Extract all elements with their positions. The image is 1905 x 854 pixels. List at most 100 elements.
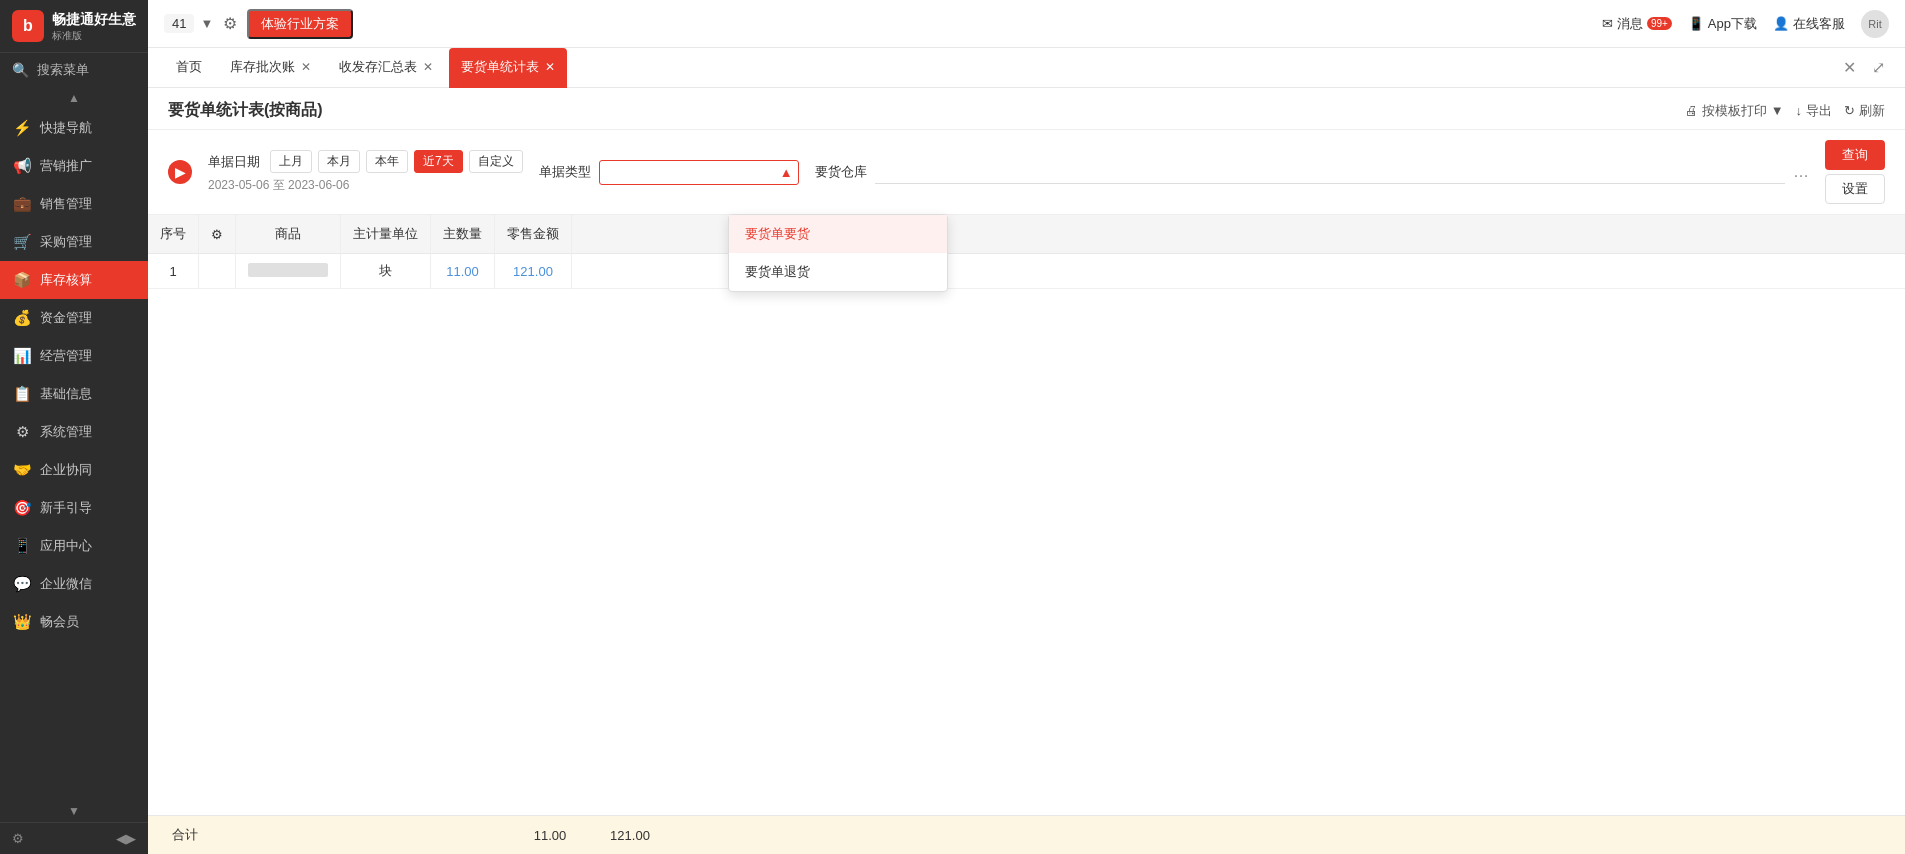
- print-icon: 🖨: [1685, 103, 1698, 118]
- sidebar-item-marketing[interactable]: 📢 营销推广: [0, 147, 148, 185]
- nav-icon-app: 📱: [12, 537, 32, 555]
- settings-button[interactable]: 设置: [1825, 174, 1885, 204]
- dropdown-item-order-return[interactable]: 要货单退货: [729, 253, 947, 291]
- sidebar-item-sys-mgmt[interactable]: ⚙ 系统管理: [0, 413, 148, 451]
- date-btn-7days[interactable]: 近7天: [414, 150, 463, 173]
- sidebar-item-guide[interactable]: 🎯 新手引导: [0, 489, 148, 527]
- sidebar-item-quick-nav[interactable]: ⚡ 快捷导航: [0, 109, 148, 147]
- sidebar-item-wechat[interactable]: 💬 企业微信: [0, 565, 148, 603]
- col-header-settings[interactable]: ⚙: [199, 215, 236, 254]
- tab-order-stats[interactable]: 要货单统计表 ✕: [449, 48, 567, 88]
- export-icon: ↓: [1796, 103, 1803, 118]
- sidebar-item-sales[interactable]: 💼 销售管理: [0, 185, 148, 223]
- table-row: 1 块 11.00 121.00: [148, 254, 1905, 289]
- table-footer: 合计 11.00 121.00: [148, 815, 1905, 854]
- tabs-bar: 首页 库存批次账 ✕ 收发存汇总表 ✕ 要货单统计表 ✕ ✕ ⤢: [148, 48, 1905, 88]
- message-icon: ✉: [1602, 16, 1613, 31]
- account-dropdown-icon[interactable]: ▼: [200, 16, 213, 31]
- sidebar-bottom: ⚙ ◀▶: [0, 822, 148, 854]
- sidebar-item-membership[interactable]: 👑 畅会员: [0, 603, 148, 641]
- logo-icon: b: [12, 10, 44, 42]
- date-btn-prev[interactable]: 上月: [270, 150, 312, 173]
- refresh-btn[interactable]: ↻ 刷新: [1844, 102, 1885, 120]
- avatar[interactable]: Rit: [1861, 10, 1889, 38]
- cell-amount[interactable]: 121.00: [495, 254, 572, 289]
- sidebar-item-app-center[interactable]: 📱 应用中心: [0, 527, 148, 565]
- filter-type-select-wrapper: ▲: [599, 160, 799, 185]
- nav-icon-sys: ⚙: [12, 423, 32, 441]
- date-btn-current[interactable]: 本月: [318, 150, 360, 173]
- tab-close-inventory-batch[interactable]: ✕: [301, 60, 311, 74]
- topbar-messages[interactable]: ✉ 消息 99+: [1602, 15, 1672, 33]
- tab-expand-window[interactable]: ⤢: [1868, 54, 1889, 81]
- data-table: 序号 ⚙ 商品 主计量单位 主数量 零售金额 1: [148, 215, 1905, 289]
- tab-home[interactable]: 首页: [164, 48, 214, 88]
- topbar-right: ✉ 消息 99+ 📱 App下载 👤 在线客服 Rit: [1602, 10, 1889, 38]
- app-download-icon: 📱: [1688, 16, 1704, 31]
- nav-icon-operations: 📊: [12, 347, 32, 365]
- tab-receipt-summary[interactable]: 收发存汇总表 ✕: [327, 48, 445, 88]
- sidebar-item-inventory[interactable]: 📦 库存核算: [0, 261, 148, 299]
- filter-expand-btn[interactable]: ▶: [168, 160, 192, 184]
- tabs-window-controls: ✕ ⤢: [1839, 54, 1889, 81]
- cell-product: [236, 254, 341, 289]
- sidebar-item-base-info[interactable]: 📋 基础信息: [0, 375, 148, 413]
- message-badge: 99+: [1647, 17, 1672, 30]
- query-button[interactable]: 查询: [1825, 140, 1885, 170]
- sidebar-item-finance[interactable]: 💰 资金管理: [0, 299, 148, 337]
- page-title: 要货单统计表(按商品): [168, 100, 323, 121]
- tab-close-order-stats[interactable]: ✕: [545, 60, 555, 74]
- scroll-down[interactable]: ▼: [0, 800, 148, 822]
- col-header-unit: 主计量单位: [341, 215, 431, 254]
- nav-icon-sales: 💼: [12, 195, 32, 213]
- filter-warehouse-input[interactable]: [875, 160, 1785, 184]
- search-icon: 🔍: [12, 62, 29, 78]
- footer-amount: 121.00: [590, 828, 670, 843]
- promo-button[interactable]: 体验行业方案: [247, 9, 353, 39]
- type-dropdown: 要货单要货 要货单退货: [728, 214, 948, 292]
- scroll-up[interactable]: ▲: [0, 87, 148, 109]
- footer-quantity: 11.00: [510, 828, 590, 843]
- sidebar-item-enterprise[interactable]: 🤝 企业协同: [0, 451, 148, 489]
- filter-more-icon[interactable]: …: [1793, 163, 1809, 181]
- cell-row-num: 1: [148, 254, 199, 289]
- content-area: 要货单统计表(按商品) 🖨 按模板打印 ▼ ↓ 导出 ↻ 刷新 ▶: [148, 88, 1905, 854]
- account-number: 41: [164, 14, 194, 33]
- nav-icon-wechat: 💬: [12, 575, 32, 593]
- topbar-gear-icon[interactable]: ⚙: [223, 14, 237, 33]
- print-template-btn[interactable]: 🖨 按模板打印 ▼: [1685, 102, 1784, 120]
- date-btn-year[interactable]: 本年: [366, 150, 408, 173]
- sidebar-logo: b 畅捷通好生意 标准版: [0, 0, 148, 53]
- filter-actions: 查询 设置: [1825, 140, 1885, 204]
- filter-date-label: 单据日期: [208, 153, 260, 171]
- sidebar-settings-icon[interactable]: ⚙: [12, 831, 24, 846]
- dropdown-item-order-goods[interactable]: 要货单要货: [729, 215, 947, 253]
- topbar-online-service[interactable]: 👤 在线客服: [1773, 15, 1845, 33]
- nav-icon-purchase: 🛒: [12, 233, 32, 251]
- sidebar-item-operations[interactable]: 📊 经营管理: [0, 337, 148, 375]
- col-header-product: 商品: [236, 215, 341, 254]
- nav-icon-guide: 🎯: [12, 499, 32, 517]
- topbar-app-download[interactable]: 📱 App下载: [1688, 15, 1757, 33]
- sidebar-collapse-icon[interactable]: ◀▶: [116, 831, 136, 846]
- sidebar: b 畅捷通好生意 标准版 🔍 搜索菜单 ▲ ⚡ 快捷导航 📢 营销推广 💼 销售…: [0, 0, 148, 854]
- tab-close-window[interactable]: ✕: [1839, 54, 1860, 81]
- export-btn[interactable]: ↓ 导出: [1796, 102, 1833, 120]
- page-header: 要货单统计表(按商品) 🖨 按模板打印 ▼ ↓ 导出 ↻ 刷新: [148, 88, 1905, 130]
- cell-quantity[interactable]: 11.00: [431, 254, 495, 289]
- logo-text: 畅捷通好生意 标准版: [52, 10, 136, 41]
- filter-warehouse-group: 要货仓库 …: [815, 160, 1809, 184]
- sidebar-item-purchase[interactable]: 🛒 采购管理: [0, 223, 148, 261]
- topbar-left: 41 ▼ ⚙ 体验行业方案: [164, 9, 353, 39]
- table-container: 序号 ⚙ 商品 主计量单位 主数量 零售金额 1: [148, 215, 1905, 815]
- nav-icon-quick: ⚡: [12, 119, 32, 137]
- filter-type-group: 单据类型 ▲: [539, 160, 799, 185]
- filter-date-group: 单据日期 上月 本月 本年 近7天 自定义 2023-05-06 至 2023-…: [208, 150, 523, 194]
- search-menu[interactable]: 🔍 搜索菜单: [0, 53, 148, 87]
- tab-close-receipt-summary[interactable]: ✕: [423, 60, 433, 74]
- tab-inventory-batch[interactable]: 库存批次账 ✕: [218, 48, 323, 88]
- col-header-row-num: 序号: [148, 215, 199, 254]
- nav-icon-base: 📋: [12, 385, 32, 403]
- filter-type-input[interactable]: [599, 160, 799, 185]
- date-btn-custom[interactable]: 自定义: [469, 150, 523, 173]
